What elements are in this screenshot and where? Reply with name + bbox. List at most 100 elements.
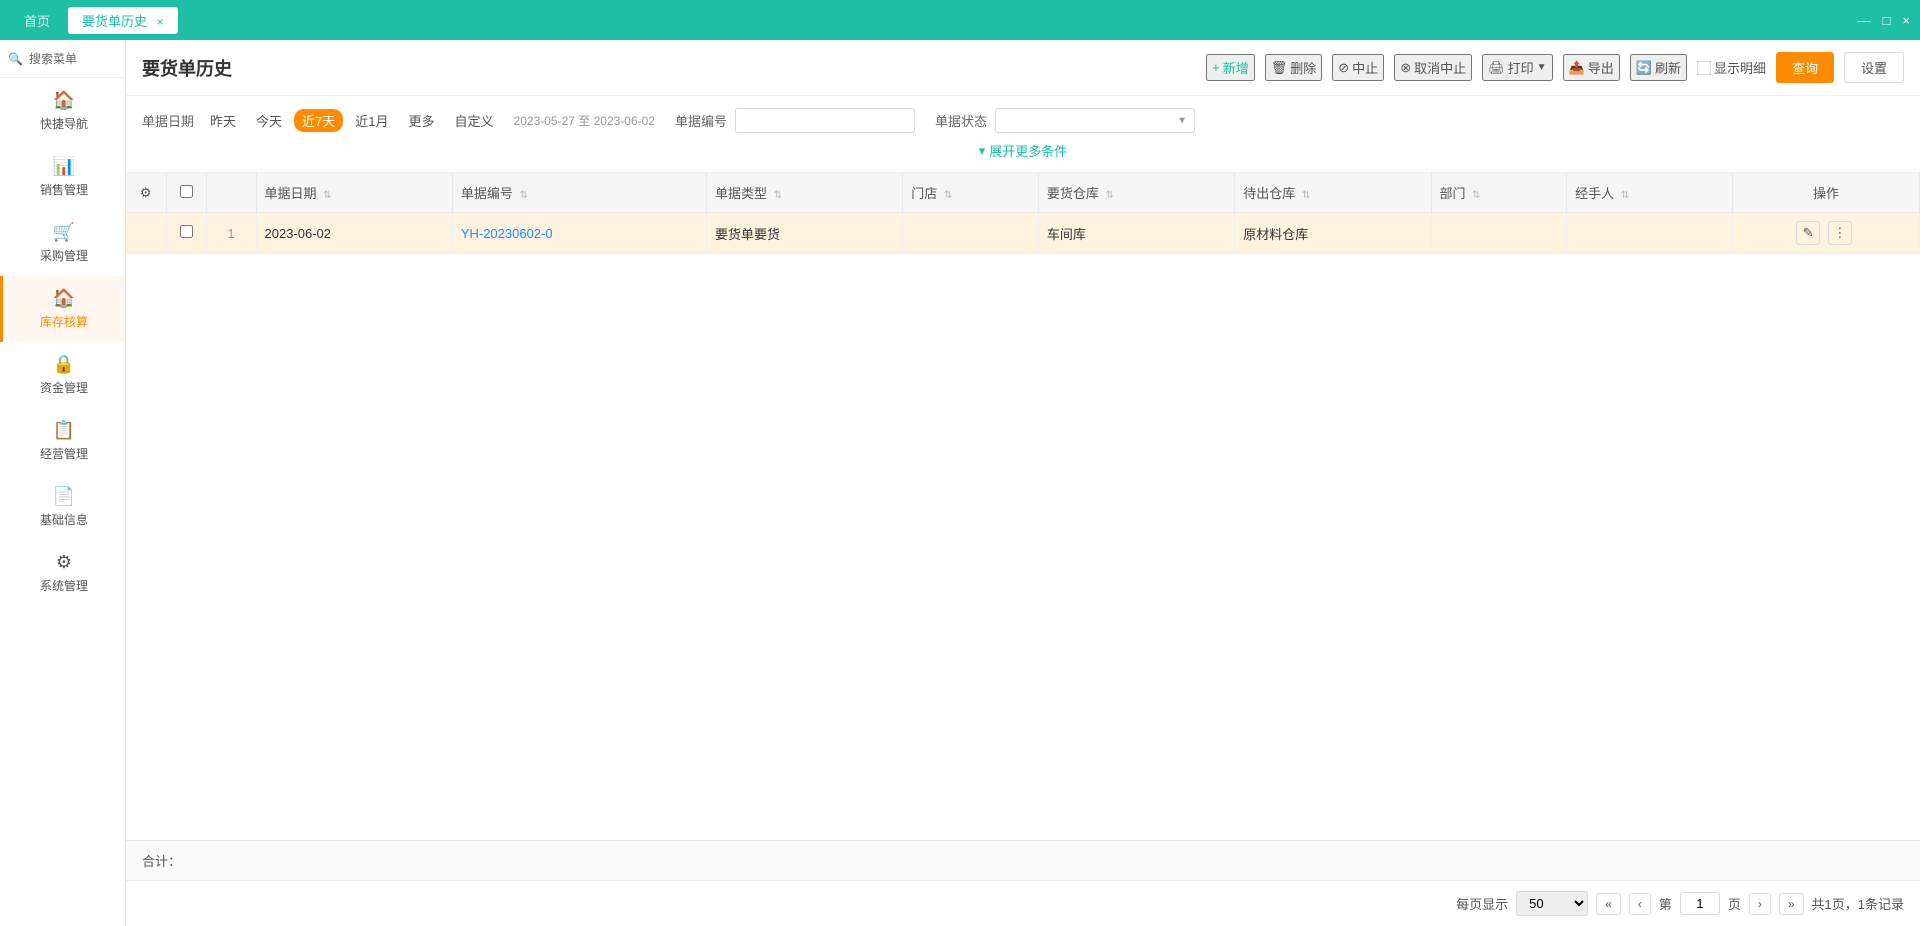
date-filter-group: 单据日期 昨天 今天 近7天 近1月 更多 自定义 2023-05-27 至 2… (142, 109, 655, 132)
main-layout: 🔍 搜索菜单 🏠 快捷导航 📊 销售管理 🛒 采购管理 🏠 库存核算 🔒 资金管… (0, 40, 1920, 926)
date-filter-label: 单据日期 (142, 111, 194, 130)
search-menu[interactable]: 🔍 搜索菜单 (0, 40, 125, 78)
status-select[interactable] (995, 108, 1195, 133)
export-button[interactable]: 📤 导出 (1563, 54, 1620, 81)
col-checkbox[interactable] (166, 173, 206, 213)
sidebar-item-finance[interactable]: 🔒 资金管理 (0, 342, 125, 408)
col-req-warehouse[interactable]: 要货仓库 ⇅ (1038, 173, 1234, 213)
delete-button[interactable]: 🗑 删除 (1265, 54, 1323, 81)
col-action: 操作 (1733, 173, 1920, 213)
tab-home[interactable]: 首页 (10, 7, 64, 34)
page-number-input[interactable] (1680, 892, 1720, 915)
select-all-checkbox[interactable] (180, 185, 193, 198)
expand-icon: ▾ (979, 143, 986, 159)
row-docnum-cell[interactable]: YH-20230602-0 (452, 213, 706, 254)
operations-icon: 📋 (53, 420, 75, 441)
cancel-stop-button[interactable]: ⊗ 取消中止 (1394, 54, 1472, 81)
row-store-cell (903, 213, 1039, 254)
new-button[interactable]: + 新增 (1206, 54, 1255, 81)
tab-close-icon[interactable]: × (157, 15, 164, 29)
sidebar: 🔍 搜索菜单 🏠 快捷导航 📊 销售管理 🛒 采购管理 🏠 库存核算 🔒 资金管… (0, 40, 126, 926)
sidebar-item-operations[interactable]: 📋 经营管理 (0, 408, 125, 474)
page-header: 要货单历史 + 新增 🗑 删除 ⊘ 中止 ⊗ (126, 40, 1920, 96)
date-btn-more[interactable]: 更多 (401, 109, 443, 132)
delete-icon: 🗑 (1271, 60, 1288, 76)
date-btn-custom[interactable]: 自定义 (447, 109, 502, 132)
sidebar-item-system[interactable]: ⚙ 系统管理 (0, 540, 125, 606)
date-filter-btns: 昨天 今天 近7天 近1月 更多 自定义 (202, 109, 502, 132)
date-btn-today[interactable]: 今天 (248, 109, 290, 132)
expand-more-btn[interactable]: ▾ 展开更多条件 (142, 141, 1904, 160)
print-icon: 🖨 (1488, 60, 1505, 76)
system-icon: ⚙ (56, 552, 72, 573)
doc-number-label: 单据编号 (675, 111, 727, 130)
basic-icon: 📄 (53, 486, 75, 507)
sidebar-item-basic[interactable]: 📄 基础信息 (0, 474, 125, 540)
tab-history[interactable]: 要货单历史 × (68, 7, 178, 34)
display-detail-checkbox[interactable] (1697, 61, 1711, 75)
row-more-btn[interactable]: ⋮ (1828, 221, 1852, 245)
table-body: 1 2023-06-02 YH-20230602-0 要货单要货 车间库 原材料… (126, 213, 1920, 254)
col-date[interactable]: 单据日期 ⇅ (256, 173, 452, 213)
sidebar-item-inventory[interactable]: 🏠 库存核算 (0, 276, 125, 342)
sort-docnum-icon: ⇅ (519, 190, 527, 201)
pagination: 每页显示 50 20 100 200 « ‹ 第 页 › » 共1页，1条记录 (126, 880, 1920, 926)
window-close[interactable]: × (1902, 13, 1910, 28)
window-maximize[interactable]: □ (1883, 13, 1891, 28)
sidebar-item-quicknav[interactable]: 🏠 快捷导航 (0, 78, 125, 144)
print-arrow-icon: ▼ (1537, 62, 1547, 73)
table-row: 1 2023-06-02 YH-20230602-0 要货单要货 车间库 原材料… (126, 213, 1920, 254)
purchase-icon: 🛒 (53, 222, 75, 243)
page-size-select[interactable]: 50 20 100 200 (1516, 891, 1588, 916)
prev-page-btn[interactable]: ‹ (1629, 893, 1651, 915)
inventory-icon: 🏠 (53, 288, 75, 309)
col-pending-warehouse[interactable]: 待出仓库 ⇅ (1235, 173, 1431, 213)
stop-button[interactable]: ⊘ 中止 (1332, 54, 1384, 81)
first-page-btn[interactable]: « (1596, 893, 1621, 915)
sidebar-item-sales[interactable]: 📊 销售管理 (0, 144, 125, 210)
home-icon: 🏠 (53, 90, 75, 111)
col-store[interactable]: 门店 ⇅ (903, 173, 1039, 213)
print-button[interactable]: 🖨 打印 ▼ (1482, 54, 1552, 81)
date-btn-1month[interactable]: 近1月 (347, 109, 396, 132)
cancel-stop-icon: ⊗ (1400, 60, 1411, 76)
table-header: ⚙ 单据日期 ⇅ 单据编号 ⇅ (126, 173, 1920, 213)
doc-number-input[interactable] (735, 108, 915, 133)
search-icon: 🔍 (8, 52, 23, 66)
sort-date-icon: ⇅ (323, 190, 331, 201)
filter-row: 单据日期 昨天 今天 近7天 近1月 更多 自定义 2023-05-27 至 2… (142, 108, 1904, 133)
doc-number-filter-group: 单据编号 (675, 108, 915, 133)
page-title: 要货单历史 (142, 55, 232, 81)
sort-reqwh-icon: ⇅ (1106, 190, 1114, 201)
row-checkbox[interactable] (180, 225, 193, 238)
stop-icon: ⊘ (1338, 60, 1349, 76)
settings-button[interactable]: 设置 (1844, 52, 1904, 83)
window-minimize[interactable]: — (1858, 13, 1871, 28)
last-page-btn[interactable]: » (1779, 893, 1804, 915)
date-btn-7days[interactable]: 近7天 (294, 109, 343, 132)
refresh-button[interactable]: 🔄 刷新 (1630, 54, 1687, 81)
content-area: 要货单历史 + 新增 🗑 删除 ⊘ 中止 ⊗ (126, 40, 1920, 926)
sidebar-item-purchase[interactable]: 🛒 采购管理 (0, 210, 125, 276)
col-settings[interactable]: ⚙ (126, 173, 166, 213)
sort-pendwh-icon: ⇅ (1302, 190, 1310, 201)
row-handler-cell (1567, 213, 1733, 254)
doc-number-link[interactable]: YH-20230602-0 (461, 226, 553, 241)
col-department[interactable]: 部门 ⇅ (1431, 173, 1567, 213)
col-handler[interactable]: 经手人 ⇅ (1567, 173, 1733, 213)
display-detail-btn[interactable]: 显示明细 (1697, 58, 1766, 77)
col-doc-number[interactable]: 单据编号 ⇅ (452, 173, 706, 213)
date-range-text: 2023-05-27 至 2023-06-02 (514, 112, 655, 129)
tab-bar: 首页 要货单历史 × (10, 7, 1858, 34)
footer-summary: 合计： (126, 840, 1920, 880)
row-num-cell: 1 (206, 213, 256, 254)
status-label: 单据状态 (935, 111, 987, 130)
query-button[interactable]: 查询 (1776, 52, 1834, 83)
col-num (206, 173, 256, 213)
row-edit-btn[interactable]: ✎ (1796, 221, 1820, 245)
next-page-btn[interactable]: › (1749, 893, 1771, 915)
row-checkbox-cell[interactable] (166, 213, 206, 254)
date-btn-yesterday[interactable]: 昨天 (202, 109, 244, 132)
col-doc-type[interactable]: 单据类型 ⇅ (706, 173, 902, 213)
window-controls: — □ × (1858, 13, 1910, 28)
